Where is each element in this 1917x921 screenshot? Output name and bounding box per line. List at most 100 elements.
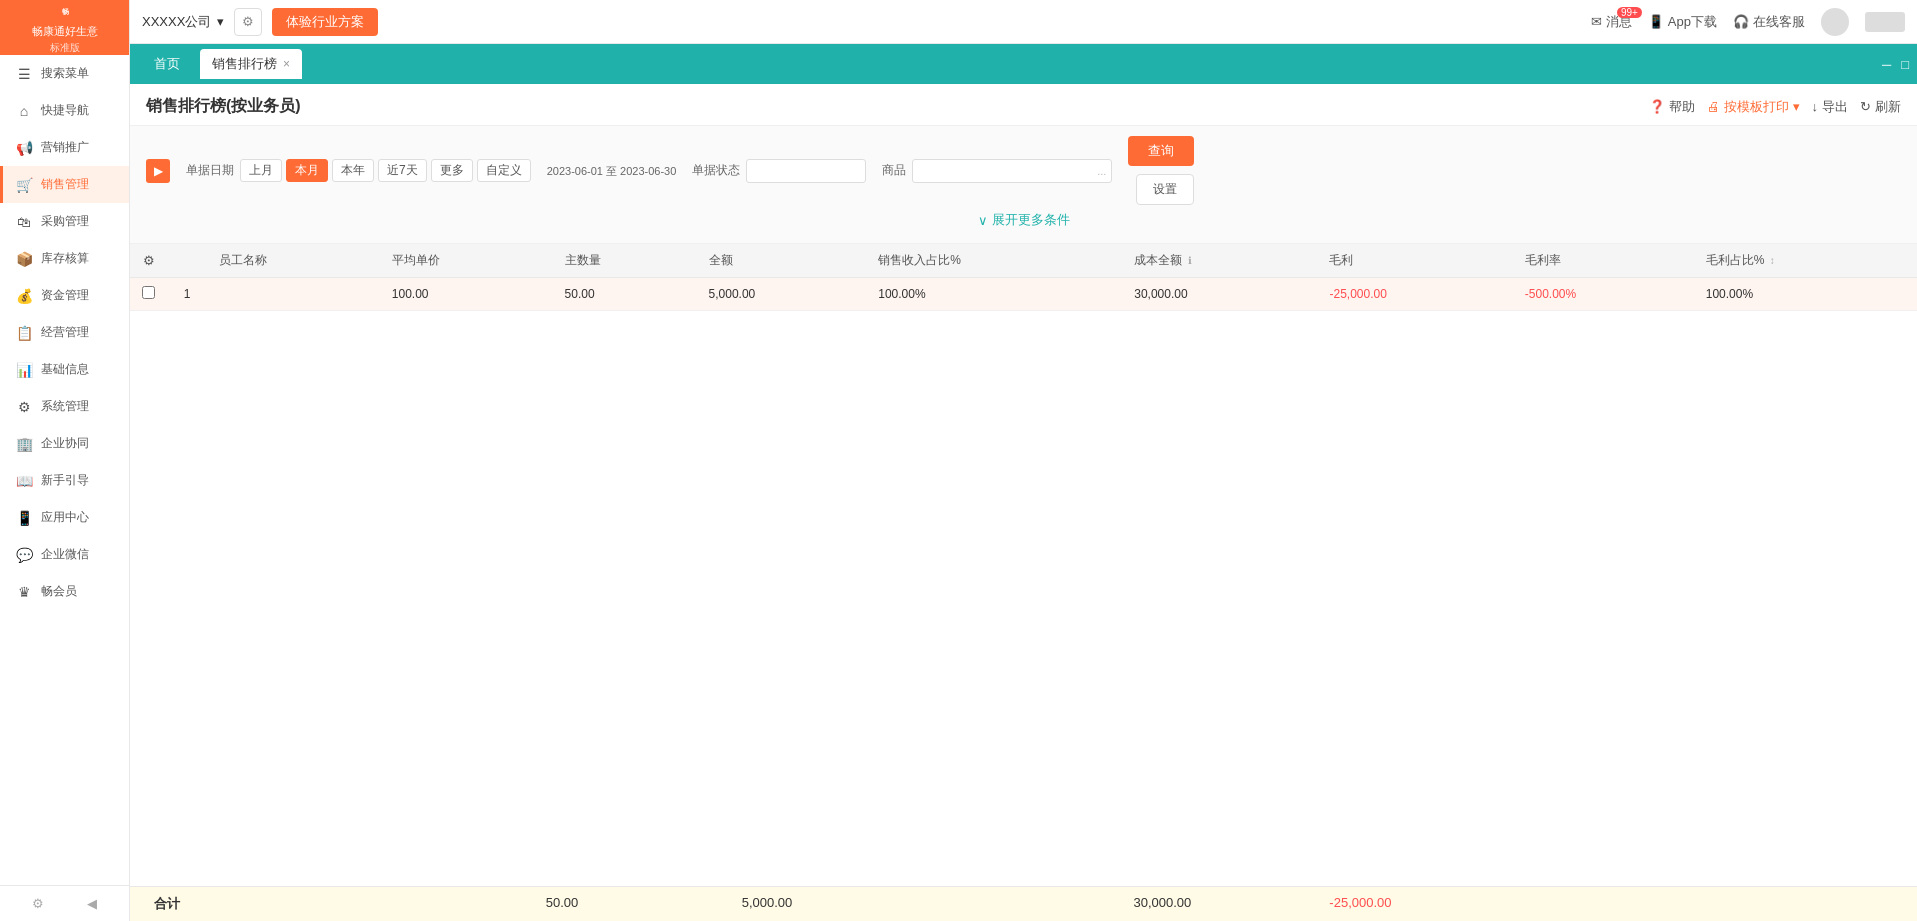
user-avatar[interactable] [1821,8,1849,36]
sidebar-item-guide[interactable]: 📖 新手引导 [0,462,129,499]
logo-sub: 标准版 [50,41,80,55]
status-select[interactable] [746,159,866,183]
help-button[interactable]: ❓ 帮助 [1649,98,1695,116]
tabbar-right: ─ □ [1882,57,1909,72]
sidebar-icon-guide: 📖 [15,473,33,489]
query-button[interactable]: 查询 [1128,136,1194,166]
tab-sales-ranking[interactable]: 销售排行榜 × [200,49,302,79]
col-settings[interactable]: ⚙ [130,244,167,278]
expand-conditions-button[interactable]: ∨ 展开更多条件 [978,211,1070,229]
window-minimize-icon[interactable]: ─ [1882,57,1891,72]
sidebar: 畅 畅康通好生意 标准版 ☰ 搜索菜单 ⌂ 快捷导航 📢 营销推广 🛒 销售管理… [0,0,130,921]
message-icon: ✉ [1591,14,1602,29]
online-service-button[interactable]: 🎧 在线客服 [1733,13,1805,31]
window-maximize-icon[interactable]: □ [1901,57,1909,72]
footer-gross-rate [1513,895,1709,913]
table-footer: 合计 50.00 5,000.00 30,000.00 -25,000.00 [130,886,1917,921]
message-badge: 99+ [1617,7,1642,18]
refresh-button[interactable]: ↻ 刷新 [1860,98,1901,116]
tab-home[interactable]: 首页 [138,44,196,84]
sidebar-item-operations[interactable]: 📋 经营管理 [0,314,129,351]
col-sales-pct: 销售收入占比% [866,244,1122,278]
sidebar-item-vip[interactable]: ♛ 畅会员 [0,573,129,610]
quick-filter-button[interactable]: ▶ [146,159,170,183]
date-current-year-btn[interactable]: 本年 [332,159,374,182]
company-selector[interactable]: XXXXX公司 ▾ [142,13,224,31]
phone-icon: 📱 [1648,14,1664,29]
page-title: 销售排行榜(按业务员) [146,96,301,117]
user-name [1865,12,1905,32]
sidebar-item-shortcut[interactable]: ⌂ 快捷导航 [0,92,129,129]
status-filter-item: 单据状态 [692,159,866,183]
topbar: XXXXX公司 ▾ ⚙ 体验行业方案 ✉ 消息 99+ 📱 App下载 🎧 在线… [130,0,1917,44]
table-container: ⚙ 员工名称 平均单价 主数量 全额 销售收入占比% 成本全额 ℹ 毛利 毛利率… [130,244,1917,886]
col-gross-rate: 毛利率 [1513,244,1694,278]
sidebar-item-sales[interactable]: 🛒 销售管理 [0,166,129,203]
sidebar-icon-shortcut: ⌂ [15,103,33,119]
sidebar-item-apps[interactable]: 📱 应用中心 [0,499,129,536]
goods-input[interactable] [912,159,1112,183]
column-settings-icon: ⚙ [143,253,155,268]
sidebar-icon-enterprise: 🏢 [15,436,33,452]
footer-qty: 50.00 [534,895,730,913]
date-label: 单据日期 [186,162,234,179]
sidebar-collapse-icon[interactable]: ◀ [87,896,97,911]
headset-icon: 🎧 [1733,14,1749,29]
cell-checkbox[interactable] [130,278,167,311]
industry-plan-button[interactable]: 体验行业方案 [272,8,378,36]
sidebar-item-marketing[interactable]: 📢 营销推广 [0,129,129,166]
footer-amount: 5,000.00 [730,895,926,913]
sidebar-item-inventory[interactable]: 📦 库存核算 [0,240,129,277]
export-button[interactable]: ↓ 导出 [1812,98,1849,116]
sidebar-settings-icon[interactable]: ⚙ [32,896,44,911]
export-icon: ↓ [1812,99,1819,114]
sidebar-item-basic[interactable]: 📊 基础信息 [0,351,129,388]
print-icon: 🖨 [1707,99,1720,114]
expand-down-icon: ∨ [978,213,988,228]
date-custom-btn[interactable]: 自定义 [477,159,531,182]
sidebar-item-finance[interactable]: 💰 资金管理 [0,277,129,314]
footer-gross: -25,000.00 [1317,895,1513,913]
sidebar-item-enterprise[interactable]: 🏢 企业协同 [0,425,129,462]
sidebar-label-purchase: 采购管理 [41,213,89,230]
date-more-btn[interactable]: 更多 [431,159,473,182]
sidebar-item-purchase[interactable]: 🛍 采购管理 [0,203,129,240]
sidebar-label-enterprise: 企业协同 [41,435,89,452]
goods-filter-item: 商品 ... [882,159,1112,183]
sidebar-icon-wechat: 💬 [15,547,33,563]
settings-small-button[interactable]: 设置 [1136,174,1194,205]
cell-sales-pct: 100.00% [866,278,1122,311]
sidebar-item-system[interactable]: ⚙ 系统管理 [0,388,129,425]
help-icon: ❓ [1649,99,1665,114]
cell-cost: 30,000.00 [1122,278,1317,311]
sidebar-item-search[interactable]: ☰ 搜索菜单 [0,55,129,92]
date-last-month-btn[interactable]: 上月 [240,159,282,182]
table-row: 1 100.00 50.00 5,000.00 100.00% 30,000.0… [130,278,1917,311]
sidebar-label-system: 系统管理 [41,398,89,415]
footer-label: 合计 [142,895,338,913]
filter-bar: ▶ 单据日期 上月 本月 本年 近7天 更多 自定义 2023-0 [130,126,1917,244]
cell-gross-rate: -500.00% [1513,278,1694,311]
sidebar-label-basic: 基础信息 [41,361,89,378]
row-checkbox[interactable] [142,286,155,299]
app-logo-icon: 畅 [49,0,81,22]
print-button[interactable]: 🖨 按模板打印 ▾ [1707,98,1800,116]
footer-sales-pct [926,895,1122,913]
app-download-button[interactable]: 📱 App下载 [1648,13,1717,31]
sidebar-icon-vip: ♛ [15,584,33,600]
date-7days-btn[interactable]: 近7天 [378,159,427,182]
goods-ellipsis: ... [1097,165,1106,177]
col-gross-pct: 毛利占比% ↕ [1694,244,1917,278]
tab-close-icon[interactable]: × [283,57,290,71]
svg-text:畅: 畅 [61,8,68,16]
col-gross: 毛利 [1317,244,1512,278]
date-current-month-btn[interactable]: 本月 [286,159,328,182]
message-button[interactable]: ✉ 消息 99+ [1591,13,1632,31]
status-select-wrap [746,159,866,183]
sidebar-item-wechat[interactable]: 💬 企业微信 [0,536,129,573]
topbar-settings-button[interactable]: ⚙ [234,8,262,36]
refresh-icon: ↻ [1860,99,1871,114]
settings-icon: ⚙ [242,14,254,29]
filter-row: ▶ 单据日期 上月 本月 本年 近7天 更多 自定义 2023-0 [146,136,1901,205]
sidebar-label-sales: 销售管理 [41,176,89,193]
